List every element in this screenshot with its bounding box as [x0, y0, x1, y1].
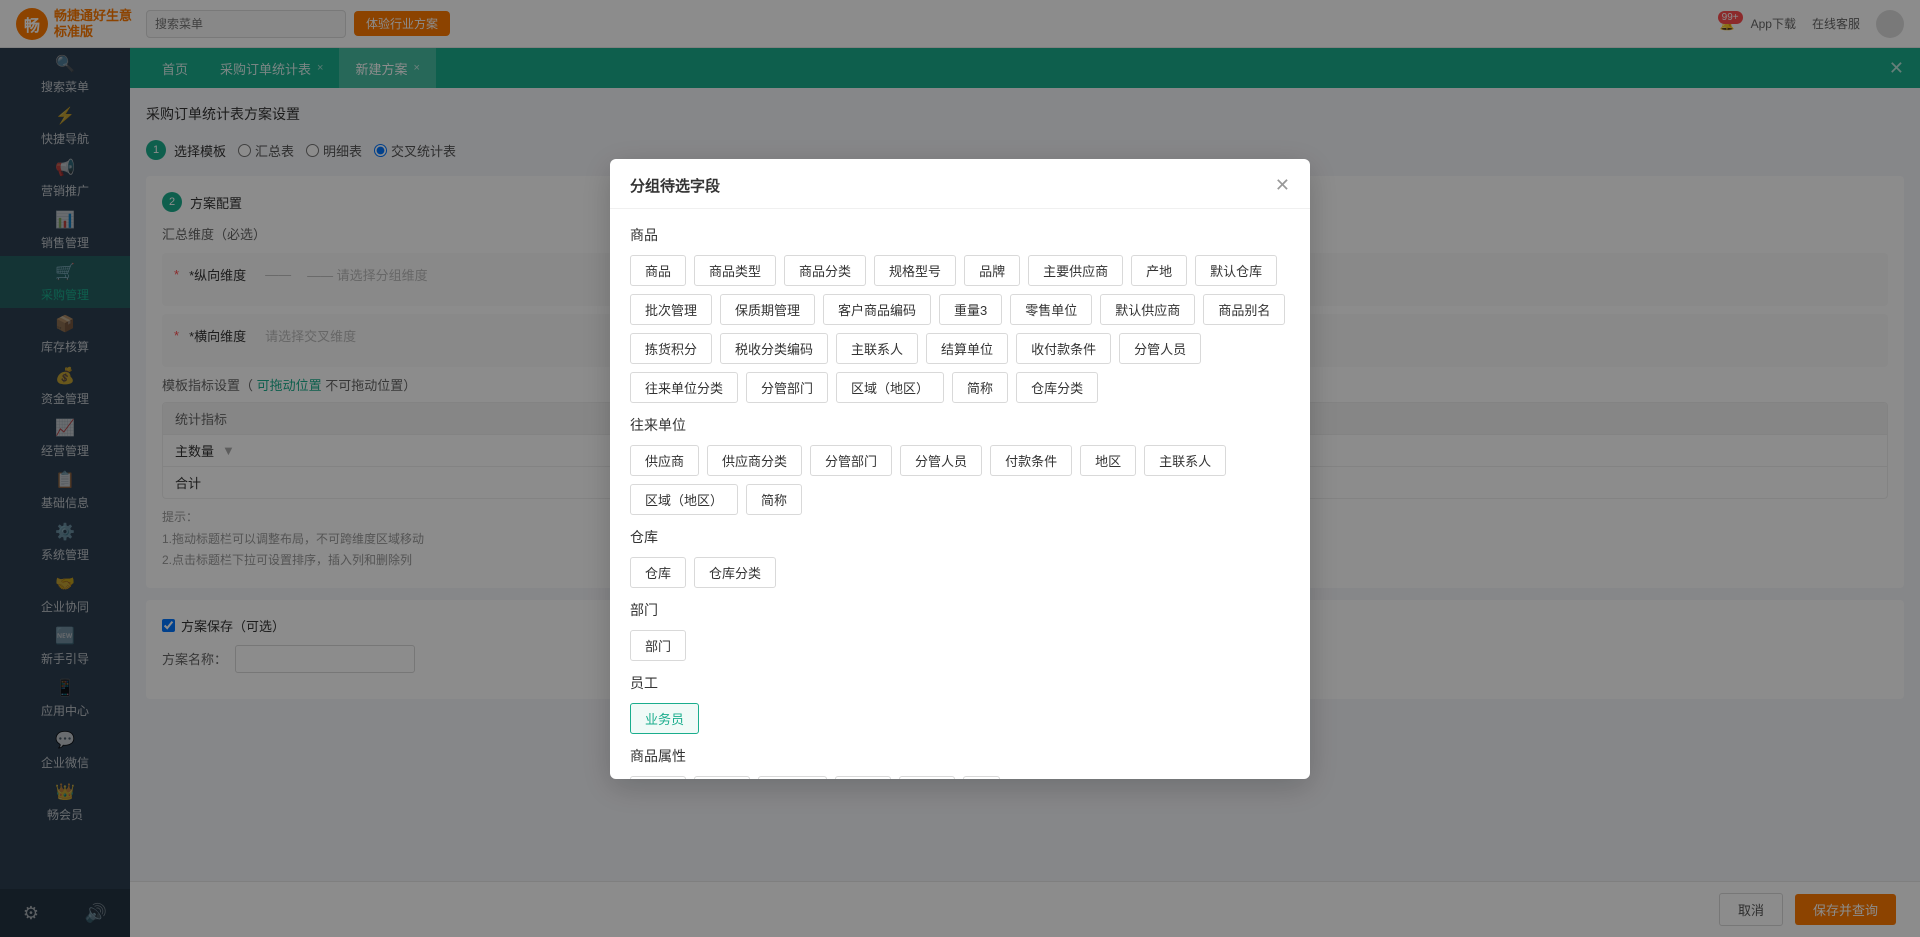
field-section-商品: 商品	[630, 225, 1290, 245]
field-tag[interactable]: 供应商	[630, 445, 699, 476]
field-tag[interactable]: 主联系人	[836, 333, 918, 364]
field-section-往来单位: 往来单位	[630, 415, 1290, 435]
field-tag[interactable]: 零售单位	[1010, 294, 1092, 325]
field-tags-商品属性: 属性 颜色 多规格 尺码 鞋码 1	[630, 776, 1290, 779]
field-tag[interactable]: 分管人员	[1119, 333, 1201, 364]
field-tag[interactable]: 地区	[1080, 445, 1136, 476]
field-tag[interactable]: 仓库分类	[694, 557, 776, 588]
field-tag[interactable]: 往来单位分类	[630, 372, 738, 403]
field-tag[interactable]: 默认仓库	[1195, 255, 1277, 286]
field-tag[interactable]: 付款条件	[990, 445, 1072, 476]
field-tag[interactable]: 商品分类	[784, 255, 866, 286]
field-tags-商品: 商品商品类型商品分类规格型号品牌主要供应商产地默认仓库批次管理保质期管理客户商品…	[630, 255, 1290, 403]
field-tag[interactable]: 1	[963, 776, 1000, 779]
field-tag[interactable]: 业务员	[630, 703, 699, 734]
field-tag[interactable]: 商品类型	[694, 255, 776, 286]
field-tags-员工: 业务员	[630, 703, 1290, 734]
field-tags-仓库: 仓库仓库分类	[630, 557, 1290, 588]
field-tag[interactable]: 简称	[952, 372, 1008, 403]
field-section-部门: 部门	[630, 600, 1290, 620]
field-tag[interactable]: 属性	[630, 776, 686, 779]
field-tag[interactable]: 多规格	[758, 776, 827, 779]
field-tag[interactable]: 鞋码	[899, 776, 955, 779]
field-tag[interactable]: 尺码	[835, 776, 891, 779]
field-tag[interactable]: 收付款条件	[1016, 333, 1111, 364]
modal-title: 分组待选字段	[630, 175, 720, 196]
field-section-员工: 员工	[630, 673, 1290, 693]
field-tag[interactable]: 批次管理	[630, 294, 712, 325]
field-tag[interactable]: 结算单位	[926, 333, 1008, 364]
modal-body: 商品商品商品类型商品分类规格型号品牌主要供应商产地默认仓库批次管理保质期管理客户…	[610, 209, 1310, 779]
modal-close-icon[interactable]: ✕	[1275, 175, 1290, 196]
field-tag[interactable]: 仓库分类	[1016, 372, 1098, 403]
field-tags-部门: 部门	[630, 630, 1290, 661]
field-tag[interactable]: 供应商分类	[707, 445, 802, 476]
field-tag[interactable]: 商品别名	[1203, 294, 1285, 325]
field-tag[interactable]: 默认供应商	[1100, 294, 1195, 325]
field-tag[interactable]: 品牌	[964, 255, 1020, 286]
field-tag[interactable]: 分管人员	[900, 445, 982, 476]
modal-overlay[interactable]: 分组待选字段 ✕ 商品商品商品类型商品分类规格型号品牌主要供应商产地默认仓库批次…	[0, 0, 1920, 937]
field-tags-往来单位: 供应商供应商分类分管部门分管人员付款条件地区主联系人区域（地区） 简称	[630, 445, 1290, 515]
field-tag[interactable]: 颜色	[694, 776, 750, 779]
field-tag[interactable]: 拣货积分	[630, 333, 712, 364]
field-tag[interactable]: 商品	[630, 255, 686, 286]
field-tag[interactable]: 仓库	[630, 557, 686, 588]
modal: 分组待选字段 ✕ 商品商品商品类型商品分类规格型号品牌主要供应商产地默认仓库批次…	[610, 159, 1310, 779]
field-tag[interactable]: 规格型号	[874, 255, 956, 286]
field-tag[interactable]: 部门	[630, 630, 686, 661]
field-section-仓库: 仓库	[630, 527, 1290, 547]
field-section-商品属性: 商品属性	[630, 746, 1290, 766]
field-tag[interactable]: 税收分类编码	[720, 333, 828, 364]
field-tag[interactable]: 客户商品编码	[823, 294, 931, 325]
field-tag[interactable]: 产地	[1131, 255, 1187, 286]
field-tag[interactable]: 分管部门	[746, 372, 828, 403]
field-tag[interactable]: 主要供应商	[1028, 255, 1123, 286]
modal-header: 分组待选字段 ✕	[610, 159, 1310, 209]
field-tag[interactable]: 区域（地区）	[630, 484, 738, 515]
field-tag[interactable]: 简称	[746, 484, 802, 515]
field-tag[interactable]: 分管部门	[810, 445, 892, 476]
field-tag[interactable]: 主联系人	[1144, 445, 1226, 476]
field-tag[interactable]: 重量3	[939, 294, 1002, 325]
field-tag[interactable]: 区域（地区）	[836, 372, 944, 403]
field-tag[interactable]: 保质期管理	[720, 294, 815, 325]
